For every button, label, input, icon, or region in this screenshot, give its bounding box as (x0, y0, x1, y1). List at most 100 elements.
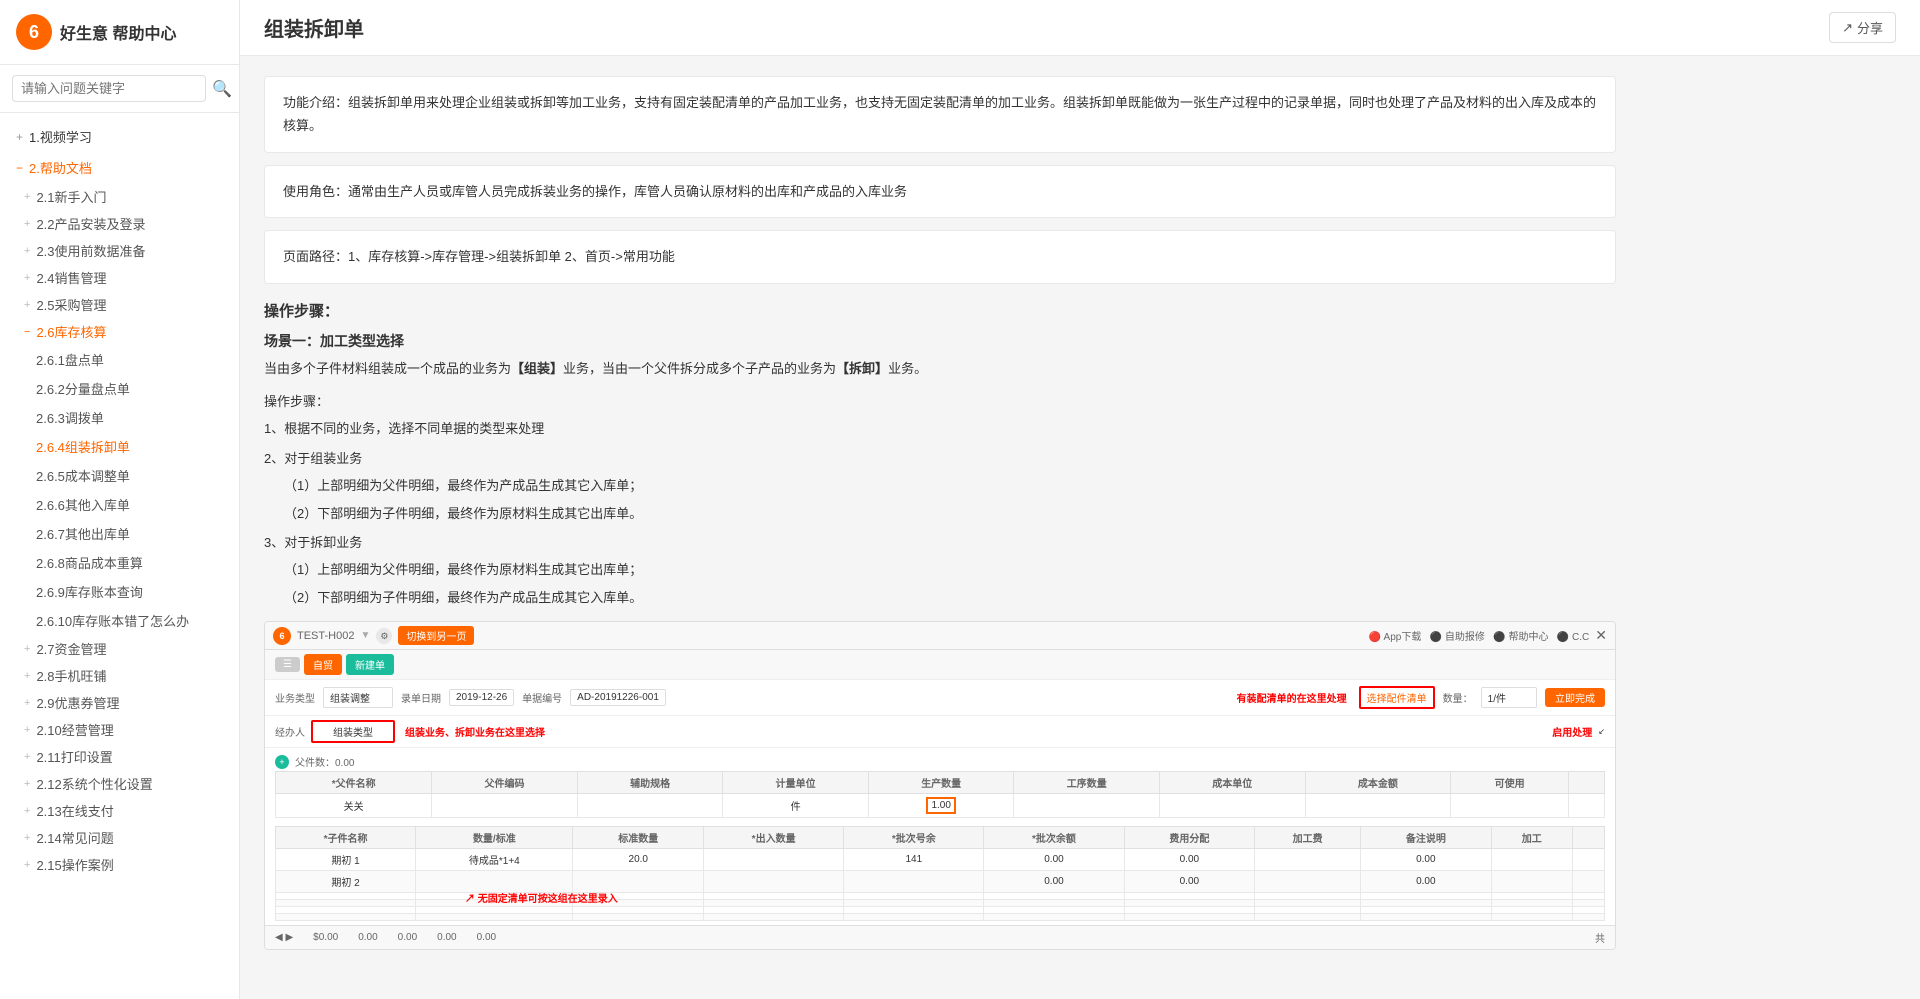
table-row (276, 900, 1605, 907)
sidebar-item-purchase[interactable]: + 2.5采购管理 (0, 291, 239, 318)
plus-icon: + (24, 724, 30, 736)
mock-table-header-row: + 父件数：0.00 (275, 752, 1605, 771)
plus-icon: + (24, 272, 30, 284)
mock-footer-v5: 0.00 (477, 932, 496, 943)
mock-operator-field[interactable]: 组装类型 (311, 720, 395, 743)
share-icon: ↗ (1842, 20, 1853, 36)
sidebar-item-finance[interactable]: + 2.7资金管理 (0, 635, 239, 662)
sidebar-item-inventory[interactable]: − 2.6库存核算 (0, 318, 239, 345)
screenshot-container: 6 TEST-H002 ▼ ⚙ 切换到另一页 🔴 App下载 ⚫ 自助报修 ⚫ … (264, 621, 1616, 950)
sidebar: 6 好生意 帮助中心 🔍 + 1.视频学习 − 2.帮助文档 + 2.1新手入门… (0, 0, 240, 999)
mock-type-annotation: 组装业务、拆卸业务在这里选择 (405, 724, 545, 739)
sidebar-item-transfer[interactable]: 2.6.3调拨单 (0, 403, 239, 432)
mock-close-icon[interactable]: ✕ (1595, 627, 1607, 644)
mock-nav-btn[interactable]: 切换到另一页 (398, 626, 474, 645)
sidebar-item-personalize[interactable]: + 2.12系统个性化设置 (0, 770, 239, 797)
plus-icon: + (24, 859, 30, 871)
sidebar-item-inventory-fix[interactable]: 2.6.10库存账本错了怎么办 (0, 606, 239, 635)
mock-order-field[interactable]: AD-20191226-001 (570, 689, 666, 706)
sidebar-item-faq[interactable]: + 2.14常见问题 (0, 824, 239, 851)
step3-1: （1）上部明细为父件明细，最终作为原材料生成其它出库单； (264, 558, 1616, 581)
plus-icon: + (24, 697, 30, 709)
mock-settings-icon: ⚙ (376, 628, 392, 644)
sidebar-item-payment[interactable]: + 2.13在线支付 (0, 797, 239, 824)
plus-icon: + (24, 805, 30, 817)
mock-sidebar-icon: ☰ (275, 657, 300, 672)
sidebar-item-stocktake[interactable]: 2.6.1盘点单 (0, 345, 239, 374)
sidebar-item-newcomer[interactable]: + 2.1新手入门 (0, 183, 239, 210)
plus-icon: + (24, 643, 30, 655)
sidebar-item-partial-stocktake[interactable]: 2.6.2分量盘点单 (0, 374, 239, 403)
nav-list: + 1.视频学习 − 2.帮助文档 + 2.1新手入门 + 2.2产品安装及登录… (0, 113, 239, 886)
operation-steps-title2: 操作步骤： (264, 390, 1616, 413)
logo-area: 6 好生意 帮助中心 (0, 0, 239, 65)
sidebar-item-other-out[interactable]: 2.6.7其他出库单 (0, 519, 239, 548)
sidebar-item-cost-adjust[interactable]: 2.6.5成本调整单 (0, 461, 239, 490)
mock-tab-new[interactable]: 新建单 (346, 654, 394, 675)
main-content: 组装拆卸单 ↗ 分享 功能介绍：组装拆卸单用来处理企业组装或拆卸等加工业务，支持… (240, 0, 1920, 999)
plus-icon: + (24, 218, 30, 230)
mock-add-icon: + (275, 755, 289, 769)
mock-col-ops (1569, 772, 1605, 794)
logo-text: 好生意 帮助中心 (60, 20, 176, 44)
page-path-text: 页面路径：1、库存核算->库存管理->组装拆卸单 2、首页->常用功能 (283, 249, 675, 264)
sidebar-item-assembly[interactable]: 2.6.4组装拆卸单 (0, 432, 239, 461)
plus-icon: + (24, 299, 30, 311)
plus-icon: + (24, 670, 30, 682)
mock-config-select[interactable]: 选择配件清单 (1359, 686, 1435, 709)
table-row: 关关 件 1.00 (276, 794, 1605, 818)
mock-footer: ◀ ▶ $0.00 0.00 0.00 0.00 0.00 共 (265, 925, 1615, 949)
plus-icon: + (24, 191, 30, 203)
mock-qty-field[interactable]: 1/件 (1481, 687, 1537, 708)
search-area: 🔍 (0, 65, 239, 113)
search-input[interactable] (12, 75, 206, 102)
step2-2: （2）下部明细为子件明细，最终作为原材料生成其它出库单。 (264, 502, 1616, 525)
mock-tabs-row: ☰ 自贸 新建单 (265, 650, 1615, 680)
sidebar-item-cases[interactable]: + 2.15操作案例 (0, 851, 239, 878)
sidebar-item-mobile[interactable]: + 2.8手机旺铺 (0, 662, 239, 689)
sidebar-item-video[interactable]: + 1.视频学习 (0, 121, 239, 152)
mock-confirm-btn[interactable]: 立即完成 (1545, 688, 1605, 707)
mock-col-cost-amt: 成本金额 (1305, 772, 1451, 794)
mock-upper-table-container: + 父件数：0.00 *父件名称 父件编码 辅助规格 计量单位 生产数量 工序数… (265, 748, 1615, 826)
mock-date-field[interactable]: 2019-12-26 (449, 689, 514, 706)
sidebar-item-other-in[interactable]: 2.6.6其他入库单 (0, 490, 239, 519)
plus-icon: + (24, 832, 30, 844)
mock-lower-table-container: ↗ 无固定清单可按这组在这里录入 *子件名称 数量/标准 标准数量 *出入数量 … (265, 826, 1615, 925)
sidebar-item-coupon[interactable]: + 2.9优惠券管理 (0, 689, 239, 716)
sidebar-item-help-docs[interactable]: − 2.帮助文档 (0, 152, 239, 183)
sidebar-item-ops[interactable]: + 2.10经营管理 (0, 716, 239, 743)
mock-col-spec: 辅助规格 (577, 772, 723, 794)
table-row (276, 893, 1605, 900)
sidebar-item-sales[interactable]: + 2.4销售管理 (0, 264, 239, 291)
sidebar-item-inventory-query[interactable]: 2.6.9库存账本查询 (0, 577, 239, 606)
mock-tab-self[interactable]: 自贸 (304, 654, 342, 675)
mock-footer-v2: 0.00 (358, 932, 377, 943)
mock-col-cost-unit: 成本单位 (1160, 772, 1306, 794)
step2-1: （1）上部明细为父件明细，最终作为产成品生成其它入库单； (264, 474, 1616, 497)
sidebar-item-install[interactable]: + 2.2产品安装及登录 (0, 210, 239, 237)
mock-type-field[interactable]: 组装调整 (323, 687, 393, 708)
minus-icon: − (16, 161, 23, 175)
mock-footer-v4: 0.00 (437, 932, 456, 943)
mock-footer-v1: $0.00 (313, 932, 338, 943)
page-title: 组装拆卸单 (264, 13, 364, 42)
table-row (276, 914, 1605, 921)
step3-2: （2）下部明细为子件明细，最终作为产成品生成其它入库单。 (264, 586, 1616, 609)
mock-col-process: 工序数量 (1014, 772, 1160, 794)
mock-topbar: 6 TEST-H002 ▼ ⚙ 切换到另一页 🔴 App下载 ⚫ 自助报修 ⚫ … (265, 622, 1615, 650)
plus-icon: + (16, 130, 23, 144)
share-button[interactable]: ↗ 分享 (1829, 12, 1896, 43)
sidebar-item-data-prep[interactable]: + 2.3使用前数据准备 (0, 237, 239, 264)
minus-icon: − (24, 326, 30, 338)
plus-icon: + (24, 778, 30, 790)
table-row: 期初 2 0.00 0.00 0.00 (276, 871, 1605, 893)
sidebar-item-cost-recalc[interactable]: 2.6.8商品成本重算 (0, 548, 239, 577)
user-role-block: 使用角色：通常由生产人员或库管人员完成拆装业务的操作，库管人员确认原材料的出库和… (264, 165, 1616, 218)
sidebar-item-print[interactable]: + 2.11打印设置 (0, 743, 239, 770)
mock-icons: 🔴 App下载 ⚫ 自助报修 ⚫ 帮助中心 ⚫ C.C (1369, 628, 1589, 643)
mock-col-item-name: *父件名称 (276, 772, 432, 794)
search-button[interactable]: 🔍 (212, 79, 232, 99)
function-intro-text: 功能介绍：组装拆卸单用来处理企业组装或拆卸等加工业务，支持有固定装配清单的产品加… (283, 95, 1596, 133)
mock-col-item-code: 父件编码 (432, 772, 578, 794)
